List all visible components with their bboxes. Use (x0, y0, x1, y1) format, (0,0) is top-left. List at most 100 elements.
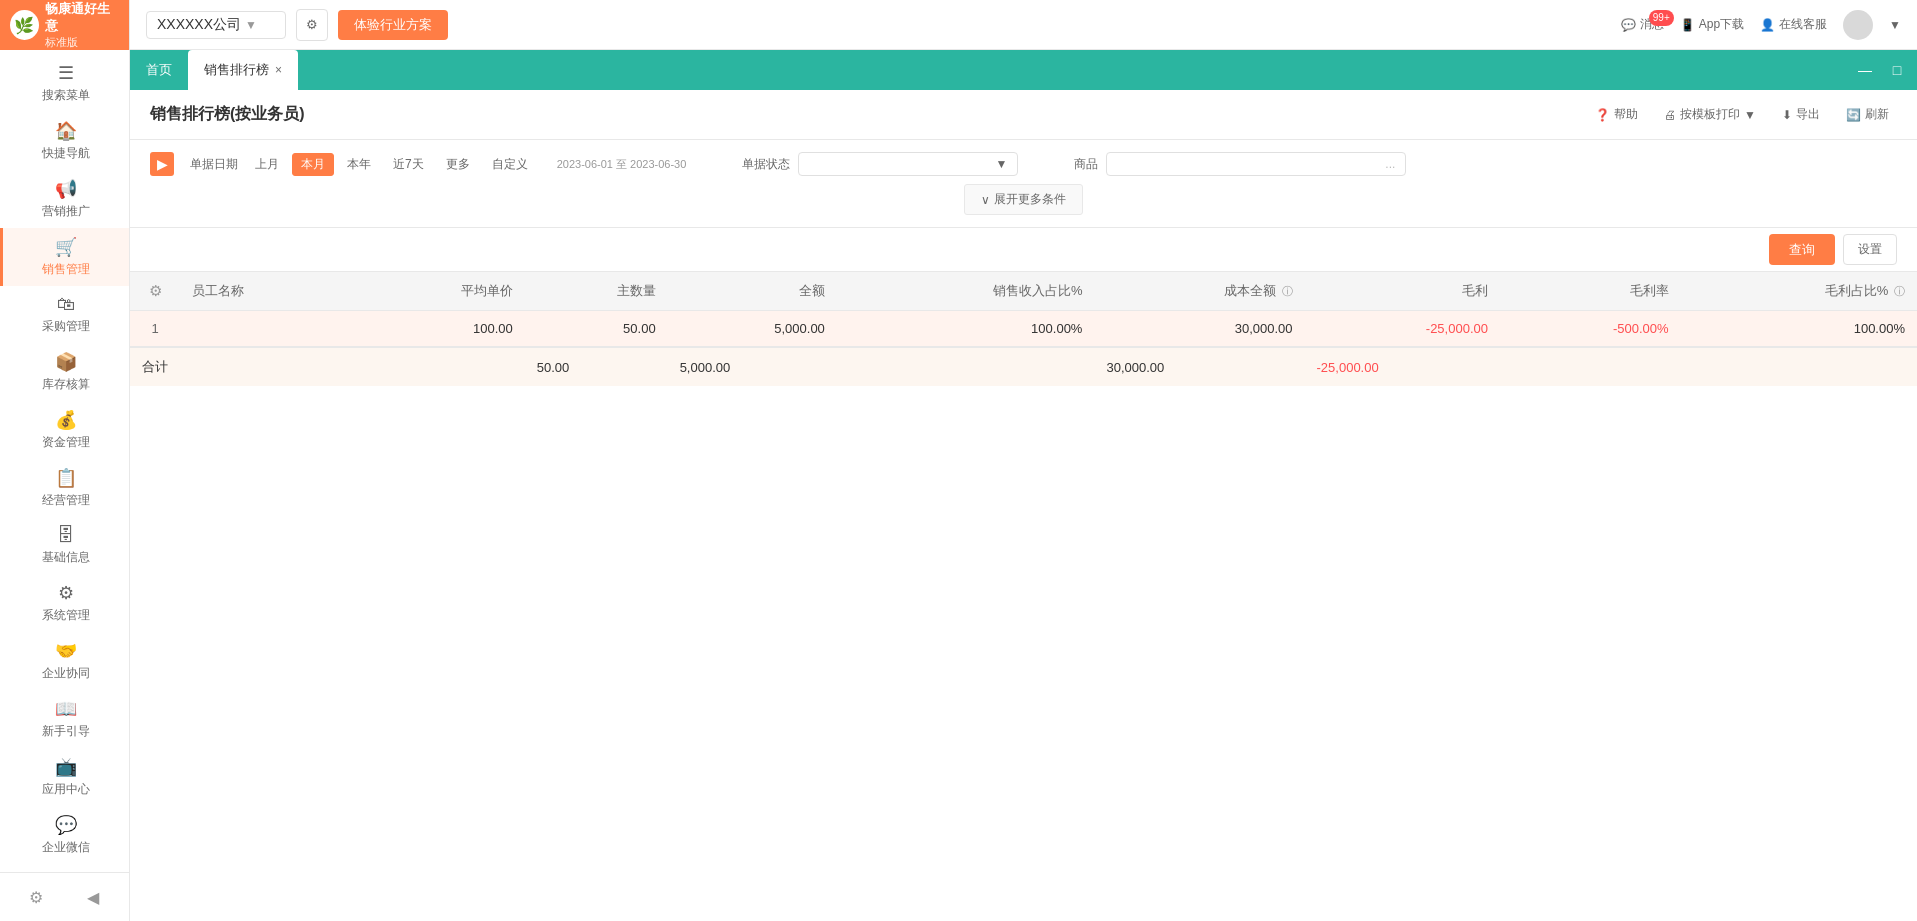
sidebar: 🌿 畅康通好生意 标准版 ☰ 搜索菜单 🏠 快捷导航 📢 营销推广 🛒 销售管理… (0, 0, 130, 921)
cell-gross: -25,000.00 (1305, 311, 1500, 348)
date-tab-cur-year[interactable]: 本年 (338, 153, 380, 176)
cell-gross-ratio: 100.00% (1681, 311, 1917, 348)
table-wrapper: ⚙ 员工名称 平均单价 主数量 全额 销售收入占比% 成本全额 ⓘ 毛利 毛利率 (130, 272, 1917, 921)
gross-ratio-info-icon[interactable]: ⓘ (1894, 285, 1905, 297)
refresh-btn[interactable]: 🔄 刷新 (1838, 102, 1897, 127)
footer-label: 合计 (130, 347, 352, 386)
print-btn[interactable]: 🖨 按模板打印 ▼ (1656, 102, 1764, 127)
sidebar-item-label: 经营管理 (42, 492, 90, 509)
settings-icon: ⚙ (29, 888, 43, 907)
avatar[interactable] (1843, 10, 1873, 40)
date-tab-7days[interactable]: 近7天 (384, 153, 433, 176)
user-name[interactable]: ▼ (1889, 18, 1901, 32)
base-icon: 🗄 (57, 525, 75, 546)
footer-gross-ratio (1681, 347, 1917, 386)
sidebar-item-label: 系统管理 (42, 607, 90, 624)
filter-row: ▶ 单据日期 上月 本月 本年 近7天 更多 自定义 2023-06-01 至 … (150, 152, 1897, 176)
sidebar-item-label: 基础信息 (42, 549, 90, 566)
company-selector[interactable]: XXXXXX公司 ▼ (146, 11, 286, 39)
finance-icon: 💰 (55, 409, 77, 431)
date-tab-custom[interactable]: 自定义 (483, 153, 537, 176)
date-tab-more[interactable]: 更多 (437, 153, 479, 176)
data-table: ⚙ 员工名称 平均单价 主数量 全额 销售收入占比% 成本全额 ⓘ 毛利 毛利率 (130, 272, 1917, 386)
sidebar-item-nav[interactable]: 🏠 快捷导航 (0, 112, 129, 170)
sidebar-item-apps[interactable]: 📺 应用中心 (0, 748, 129, 806)
topbar: XXXXXX公司 ▼ ⚙ 体验行业方案 💬 消息 99+ 📱 App下载 👤 在… (130, 0, 1917, 50)
cost-info-icon[interactable]: ⓘ (1282, 285, 1293, 297)
sidebar-settings-btn[interactable]: ⚙ (20, 881, 52, 913)
sidebar-item-guide[interactable]: 📖 新手引导 (0, 690, 129, 748)
sidebar-item-base[interactable]: 🗄 基础信息 (0, 517, 129, 574)
sidebar-item-system[interactable]: ⚙ 系统管理 (0, 574, 129, 632)
date-tabs: 上月 本月 本年 近7天 更多 自定义 (246, 153, 537, 176)
refresh-label: 刷新 (1865, 106, 1889, 123)
expand-conditions-btn[interactable]: ∨ 展开更多条件 (964, 184, 1083, 215)
app-download-btn[interactable]: 📱 App下载 (1680, 16, 1744, 33)
table-row: 1 100.00 50.00 5,000.00 100.00% 30,000.0… (130, 311, 1917, 348)
maximize-icon: □ (1893, 62, 1901, 78)
sidebar-item-marketing[interactable]: 📢 营销推广 (0, 170, 129, 228)
online-service-btn[interactable]: 👤 在线客服 (1760, 16, 1827, 33)
cooperation-icon: 🤝 (55, 640, 77, 662)
page-header: 销售排行榜(按业务员) ❓ 帮助 🖨 按模板打印 ▼ ⬇ 导出 🔄 刷新 (130, 90, 1917, 140)
date-filter-label: 单据日期 (190, 156, 238, 173)
sales-icon: 🛒 (55, 236, 77, 258)
sidebar-item-label: 搜索菜单 (42, 87, 90, 104)
tab-minimize-btn[interactable]: — (1853, 58, 1877, 82)
sidebar-item-finance[interactable]: 💰 资金管理 (0, 401, 129, 459)
sidebar-item-cooperation[interactable]: 🤝 企业协同 (0, 632, 129, 690)
cell-sales-ratio: 100.00% (837, 311, 1095, 348)
date-tab-cur-month[interactable]: 本月 (292, 153, 334, 176)
footer-total: 5,000.00 (668, 347, 837, 386)
system-icon: ⚙ (58, 582, 74, 604)
sidebar-item-purchase[interactable]: 🛍 采购管理 (0, 286, 129, 343)
status-filter-label: 单据状态 (742, 156, 790, 173)
tab-maximize-btn[interactable]: □ (1885, 58, 1909, 82)
goods-more-icon: ... (1385, 157, 1395, 171)
tab-active-label: 销售排行榜 (204, 61, 269, 79)
sidebar-item-wechat[interactable]: 💬 企业微信 (0, 806, 129, 864)
print-dropdown-icon: ▼ (1744, 108, 1756, 122)
tabbar-actions: — □ (1853, 58, 1917, 82)
message-badge: 99+ (1649, 10, 1674, 26)
sidebar-item-inventory[interactable]: 📦 库存核算 (0, 343, 129, 401)
status-select[interactable]: ▼ (798, 152, 1018, 176)
table-gear-icon[interactable]: ⚙ (149, 282, 162, 299)
col-gear: ⚙ (130, 272, 180, 311)
industry-btn[interactable]: 体验行业方案 (338, 10, 448, 40)
goods-filter: 商品 ... (1074, 152, 1406, 176)
sidebar-item-label: 应用中心 (42, 781, 90, 798)
minimize-icon: — (1858, 62, 1872, 78)
tab-home[interactable]: 首页 (130, 50, 188, 90)
company-name: XXXXXX公司 (157, 16, 241, 34)
goods-select[interactable]: ... (1106, 152, 1406, 176)
sidebar-item-search[interactable]: ☰ 搜索菜单 (0, 54, 129, 112)
sidebar-item-label: 销售管理 (42, 261, 90, 278)
settings-btn[interactable]: 设置 (1843, 234, 1897, 265)
sidebar-item-operations[interactable]: 📋 经营管理 (0, 459, 129, 517)
col-gross-ratio: 毛利占比% ⓘ (1681, 272, 1917, 311)
print-label: 按模板打印 (1680, 106, 1740, 123)
online-service-label: 在线客服 (1779, 16, 1827, 33)
col-gross: 毛利 (1305, 272, 1500, 311)
status-filter: 单据状态 ▼ (742, 152, 1018, 176)
query-btn[interactable]: 查询 (1769, 234, 1835, 265)
footer-gross-rate (1500, 347, 1681, 386)
sidebar-nav: ☰ 搜索菜单 🏠 快捷导航 📢 营销推广 🛒 销售管理 🛍 采购管理 📦 库存核… (0, 50, 129, 872)
help-btn[interactable]: ❓ 帮助 (1587, 102, 1646, 127)
purchase-icon: 🛍 (57, 294, 75, 315)
sidebar-item-sales[interactable]: 🛒 销售管理 (0, 228, 129, 286)
cell-rank: 1 (130, 311, 180, 348)
cell-gross-rate: -500.00% (1500, 311, 1681, 348)
tab-sales-rank[interactable]: 销售排行榜 × (188, 50, 298, 90)
date-tab-prev-month[interactable]: 上月 (246, 153, 288, 176)
export-btn[interactable]: ⬇ 导出 (1774, 102, 1828, 127)
cell-cost-total: 30,000.00 (1094, 311, 1304, 348)
topbar-settings-btn[interactable]: ⚙ (296, 9, 328, 41)
sidebar-collapse-btn[interactable]: ◀ (77, 881, 109, 913)
filter-toggle-btn[interactable]: ▶ (150, 152, 174, 176)
tab-close-icon[interactable]: × (275, 63, 282, 77)
status-dropdown-icon: ▼ (995, 157, 1007, 171)
sidebar-item-member[interactable]: 🏷 畅会员 (0, 864, 129, 872)
message-btn[interactable]: 💬 消息 99+ (1621, 16, 1664, 33)
